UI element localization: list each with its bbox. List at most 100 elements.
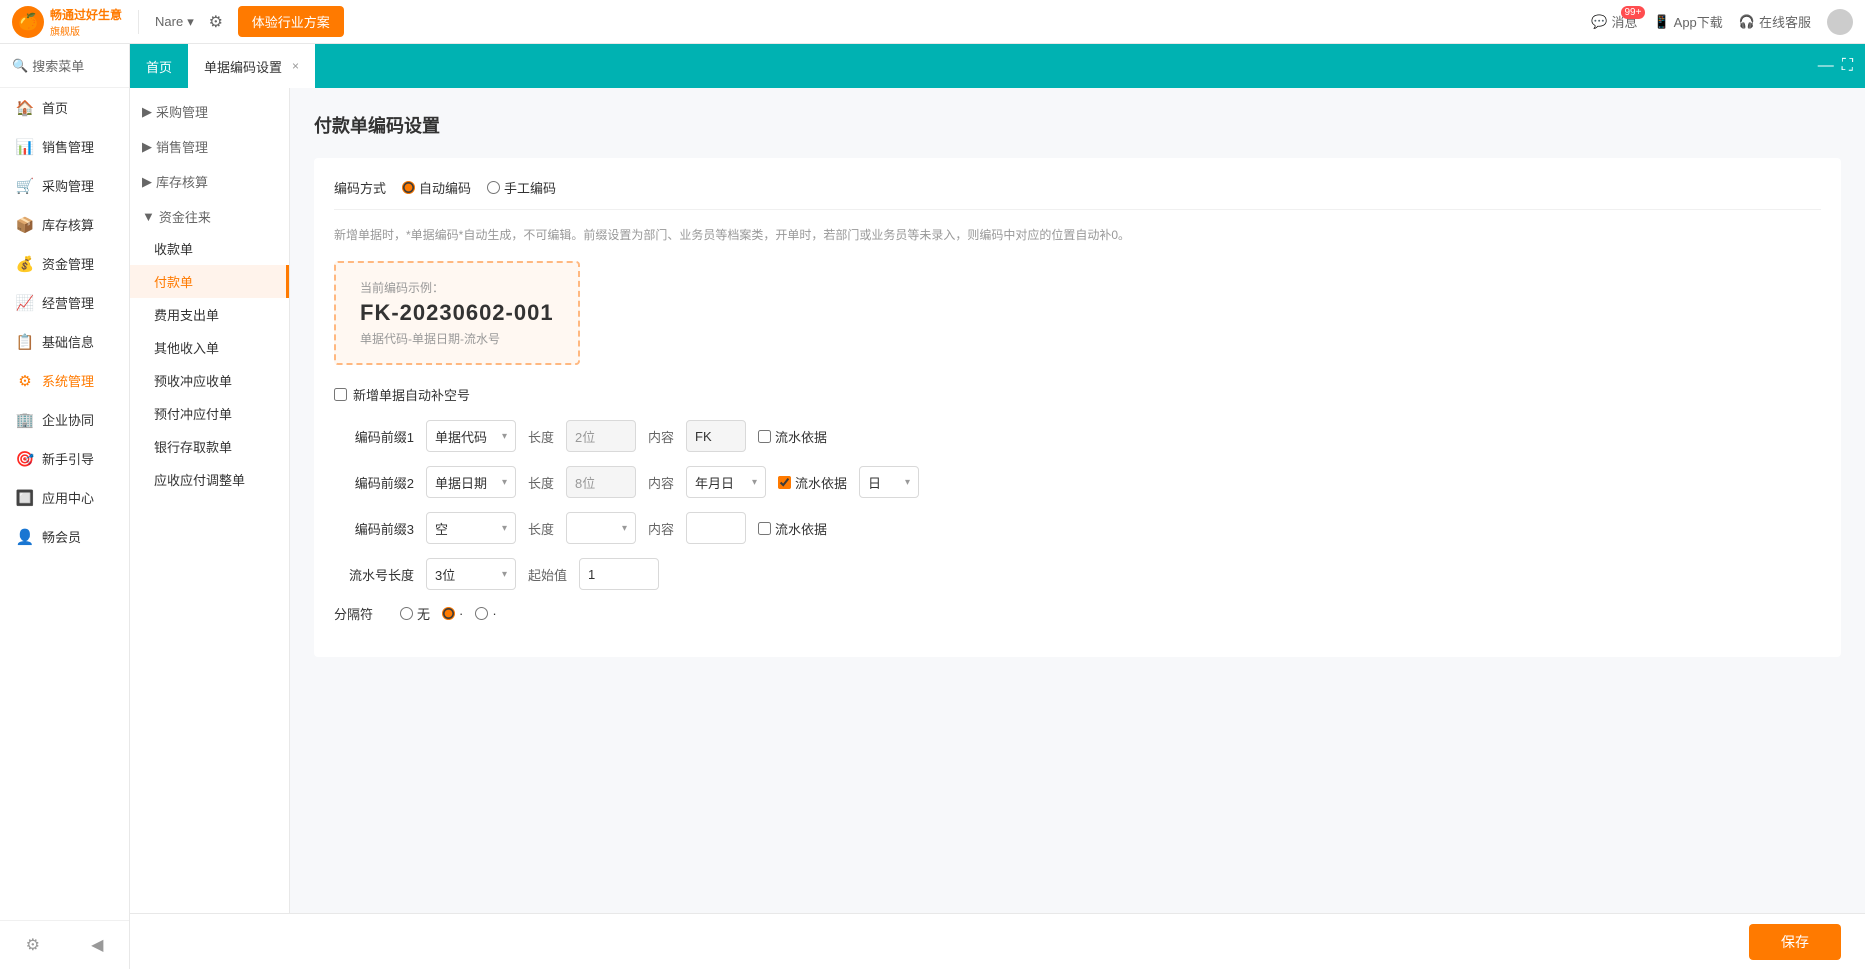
- sidebar-item-home[interactable]: 🏠 首页: [0, 88, 129, 127]
- sidebar-item-operation[interactable]: 📈 经营管理: [0, 283, 129, 322]
- search-menu-button[interactable]: 🔍 搜索菜单: [8, 52, 121, 79]
- sidebar-collapse-button[interactable]: ◀: [85, 929, 109, 961]
- serial-length-select[interactable]: 3位 ▾: [426, 558, 516, 590]
- sidebar-item-sales[interactable]: 📊 销售管理: [0, 127, 129, 166]
- prefix-1-select[interactable]: 单据代码 ▾: [426, 420, 516, 452]
- submenu-group-capital: ▼ 资金往来 收款单 付款单 费用支出单 其他收入单 预收冲应收单 预付冲应付单…: [130, 201, 289, 496]
- start-value-input[interactable]: [579, 558, 659, 590]
- tab-maximize-button[interactable]: ⛶: [1842, 57, 1853, 75]
- separator-dash[interactable]: ·: [475, 606, 496, 621]
- sidebar-item-basic[interactable]: 📋 基础信息: [0, 322, 129, 361]
- serial-unit-select[interactable]: 日 ▾: [859, 466, 919, 498]
- nav-dropdown[interactable]: Nare ▾: [155, 14, 194, 30]
- sales-icon: 📊: [16, 138, 34, 156]
- tab-bar: 首页 单据编码设置 × — ⛶: [130, 44, 1865, 88]
- serial-3-checkbox-label[interactable]: 流水依据: [758, 519, 827, 538]
- user-avatar[interactable]: [1827, 9, 1853, 35]
- separator-options: 无 · ·: [400, 604, 497, 623]
- sidebar-item-system[interactable]: ⚙ 系统管理: [0, 361, 129, 400]
- submenu-group-capital-title[interactable]: ▼ 资金往来: [130, 201, 289, 232]
- preview-desc: 单据代码-单据日期-流水号: [360, 330, 554, 347]
- prefix-3-select[interactable]: 空 ▾: [426, 512, 516, 544]
- prefix-2-select[interactable]: 单据日期 ▾: [426, 466, 516, 498]
- length-2-input[interactable]: [566, 466, 636, 498]
- chevron-down-icon: ▾: [502, 477, 507, 488]
- sidebar-search[interactable]: 🔍 搜索菜单: [0, 44, 129, 88]
- sidebar-item-member[interactable]: 👤 畅会员: [0, 517, 129, 556]
- submenu-item-prepay-payable[interactable]: 预付冲应付单: [130, 397, 289, 430]
- setting-card: 编码方式 自动编码 手工编码: [314, 158, 1841, 657]
- service-icon: 🎧: [1739, 14, 1755, 30]
- submenu-group-sales-title[interactable]: ▶ 销售管理: [130, 131, 289, 162]
- preview-code: FK-20230602-001: [360, 300, 554, 326]
- sidebar: 🔍 搜索菜单 🏠 首页 📊 销售管理 🛒 采购管理 📦 库存核算 💰 资金管理 …: [0, 44, 130, 969]
- length-2-label: 长度: [528, 473, 554, 492]
- manual-code-radio[interactable]: 手工编码: [487, 178, 556, 197]
- save-button[interactable]: 保存: [1749, 924, 1841, 960]
- sidebar-item-enterprise[interactable]: 🏢 企业协同: [0, 400, 129, 439]
- auto-fill-row: 新增单据自动补空号: [334, 385, 1821, 404]
- app-icon: 📱: [1653, 14, 1669, 30]
- tab-minimize-button[interactable]: —: [1818, 57, 1834, 75]
- tab-bar-actions: — ⛶: [1818, 57, 1865, 75]
- main-layout: 🔍 搜索菜单 🏠 首页 📊 销售管理 🛒 采购管理 📦 库存核算 💰 资金管理 …: [0, 44, 1865, 969]
- serial-length-label: 流水号长度: [334, 565, 414, 584]
- auto-fill-checkbox[interactable]: [334, 388, 347, 401]
- separator-dot[interactable]: ·: [442, 606, 463, 621]
- chevron-down-icon: ▾: [187, 14, 194, 30]
- submenu-item-payment[interactable]: 付款单: [130, 265, 289, 298]
- content-area: ▶ 采购管理 ▶ 销售管理 ▶ 库存核算: [130, 88, 1865, 913]
- content-3-input[interactable]: [686, 512, 746, 544]
- submenu-group-inventory-title[interactable]: ▶ 库存核算: [130, 166, 289, 197]
- serial-1-checkbox-label[interactable]: 流水依据: [758, 427, 827, 446]
- content-2-select[interactable]: 年月日 ▾: [686, 466, 766, 498]
- online-service-button[interactable]: 🎧 在线客服: [1739, 12, 1811, 31]
- submenu-item-prepay-receivable[interactable]: 预收冲应收单: [130, 364, 289, 397]
- message-button[interactable]: 💬 消息 99+: [1591, 12, 1637, 31]
- bottom-bar: 保存: [130, 913, 1865, 969]
- serial-2-checkbox-label[interactable]: 流水依据: [778, 473, 847, 492]
- submenu-item-bank[interactable]: 银行存取款单: [130, 430, 289, 463]
- serial-1-checkbox[interactable]: [758, 430, 771, 443]
- auto-code-radio[interactable]: 自动编码: [402, 178, 471, 197]
- auto-fill-label: 新增单据自动补空号: [353, 385, 470, 404]
- length-1-input[interactable]: [566, 420, 636, 452]
- sub-menu: ▶ 采购管理 ▶ 销售管理 ▶ 库存核算: [130, 88, 290, 913]
- content-1-input[interactable]: [686, 420, 746, 452]
- chevron-down-icon: ▾: [502, 569, 507, 580]
- tab-encode-setting[interactable]: 单据编码设置 ×: [188, 44, 315, 88]
- length-3-select[interactable]: ▾: [566, 512, 636, 544]
- prefix-row-2: 编码前缀2 单据日期 ▾ 长度 内容 年月日 ▾: [334, 466, 1821, 498]
- chevron-right-icon: ▶: [142, 104, 152, 120]
- submenu-item-other-income[interactable]: 其他收入单: [130, 331, 289, 364]
- sidebar-item-purchase[interactable]: 🛒 采购管理: [0, 166, 129, 205]
- newbie-icon: 🎯: [16, 450, 34, 468]
- separator-none[interactable]: 无: [400, 604, 430, 623]
- submenu-item-receipt[interactable]: 收款单: [130, 232, 289, 265]
- sidebar-settings-button[interactable]: ⚙: [20, 929, 46, 961]
- encode-method-label: 编码方式: [334, 178, 386, 197]
- app-download-button[interactable]: 📱 App下载: [1653, 12, 1722, 31]
- serial-length-row: 流水号长度 3位 ▾ 起始值: [334, 558, 1821, 590]
- settings-icon[interactable]: ⚙: [202, 8, 230, 36]
- experience-button[interactable]: 体验行业方案: [238, 6, 344, 37]
- serial-3-checkbox[interactable]: [758, 522, 771, 535]
- finance-icon: 💰: [16, 255, 34, 273]
- topbar-left: 🍊 畅通过好生意 旗舰版 Nare ▾ ⚙ 体验行业方案: [12, 6, 344, 38]
- message-icon: 💬: [1591, 14, 1607, 30]
- tab-home[interactable]: 首页: [130, 44, 188, 88]
- sidebar-item-inventory[interactable]: 📦 库存核算: [0, 205, 129, 244]
- sidebar-item-finance[interactable]: 💰 资金管理: [0, 244, 129, 283]
- content-3-label: 内容: [648, 519, 674, 538]
- serial-2-checkbox[interactable]: [778, 476, 791, 489]
- tab-close-icon[interactable]: ×: [292, 59, 299, 73]
- sidebar-item-newbie[interactable]: 🎯 新手引导: [0, 439, 129, 478]
- sidebar-item-appcenter[interactable]: 🔲 应用中心: [0, 478, 129, 517]
- chevron-down-icon: ▾: [622, 523, 627, 534]
- separator-row: 分隔符 无 · ·: [334, 604, 1821, 623]
- submenu-group-purchase-title[interactable]: ▶ 采购管理: [130, 96, 289, 127]
- sidebar-bottom: ⚙ ◀: [0, 920, 129, 969]
- topbar-right: 💬 消息 99+ 📱 App下载 🎧 在线客服: [1591, 9, 1853, 35]
- submenu-item-adjust[interactable]: 应收应付调整单: [130, 463, 289, 496]
- submenu-item-expense[interactable]: 费用支出单: [130, 298, 289, 331]
